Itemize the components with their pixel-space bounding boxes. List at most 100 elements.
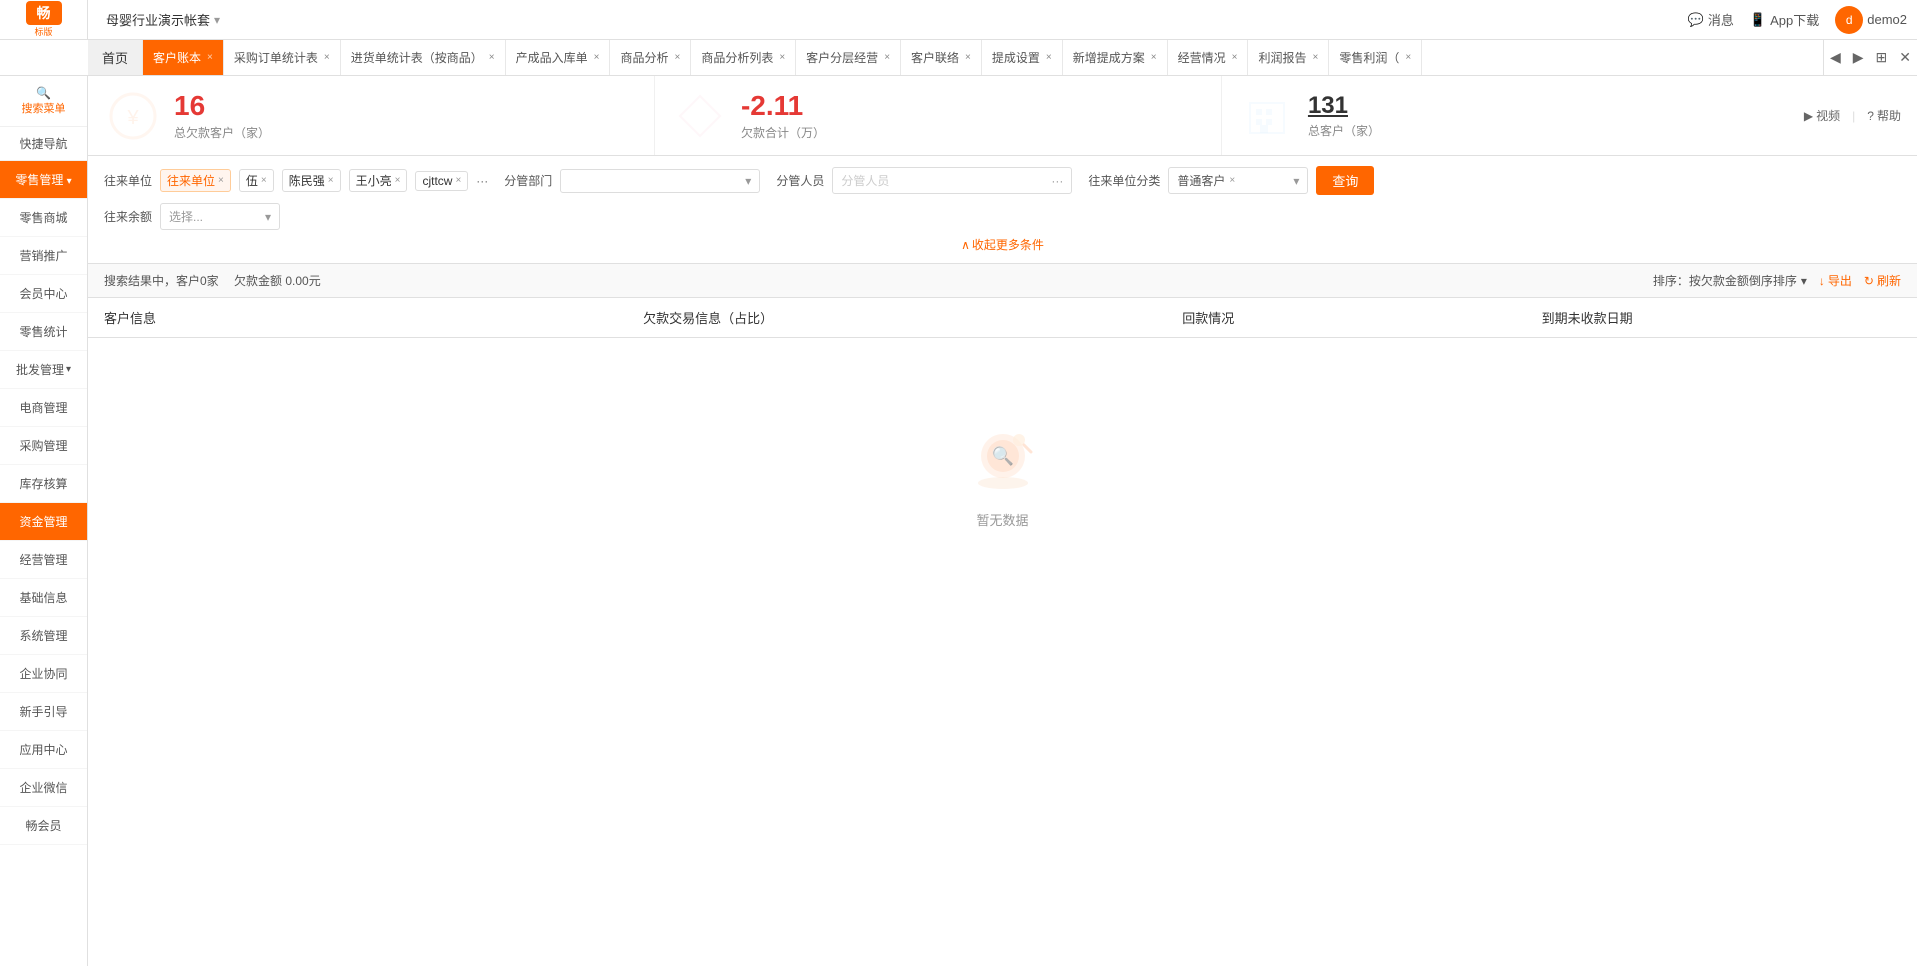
sidebar: 🔍 搜索菜单 快捷导航 零售管理 ▾ 零售商城 营销推广 会员中心 零售统计 批… — [0, 76, 88, 966]
tab-close-icon[interactable]: × — [594, 52, 600, 63]
sidebar-item-basic-info[interactable]: 基础信息 — [0, 579, 87, 617]
filter-tag-remove-icon[interactable]: × — [328, 175, 334, 186]
filter-tag-unit-all[interactable]: 往来单位 × — [160, 169, 231, 192]
category-filter-select[interactable]: 普通客户 × ▾ — [1168, 167, 1308, 194]
stat-total-debtors: ¥ 16 总欠款客户（家） — [88, 76, 655, 155]
tab-nav-next-icon[interactable]: ▶ — [1847, 49, 1870, 66]
sidebar-search[interactable]: 🔍 搜索菜单 — [0, 76, 87, 127]
tab-close-icon[interactable]: × — [965, 52, 971, 63]
sidebar-item-ecommerce[interactable]: 电商管理 — [0, 389, 87, 427]
tab-close-icon[interactable]: × — [489, 52, 495, 63]
sidebar-item-enterprise[interactable]: 企业协同 — [0, 655, 87, 693]
query-button[interactable]: 查询 — [1316, 166, 1374, 195]
export-btn[interactable]: ↓ 导出 — [1819, 272, 1852, 289]
balance-dropdown-arrow-icon: ▾ — [265, 210, 271, 224]
sidebar-item-wechat[interactable]: 企业微信 — [0, 769, 87, 807]
tab-goods-analysis-list[interactable]: 商品分析列表 × — [691, 40, 796, 75]
person-filter-input[interactable]: 分管人员 ··· — [832, 167, 1072, 194]
tab-close-icon[interactable]: × — [674, 52, 680, 63]
tab-purchase-stat[interactable]: 采购订单统计表 × — [224, 40, 341, 75]
tab-commission-setting[interactable]: 提成设置 × — [982, 40, 1063, 75]
person-more-icon[interactable]: ··· — [1051, 174, 1063, 188]
tab-finished-goods[interactable]: 产成品入库单 × — [506, 40, 611, 75]
stat-building-icon — [1242, 91, 1292, 141]
filter-tag-remove-icon[interactable]: × — [218, 175, 224, 186]
filter-tag-wu[interactable]: 伍 × — [239, 169, 274, 192]
sidebar-item-retail-mall[interactable]: 零售商城 — [0, 199, 87, 237]
store-selector[interactable]: 母婴行业演示帐套 ▾ — [98, 10, 228, 29]
search-icon: 🔍 — [36, 86, 51, 100]
filter-tag-remove-icon[interactable]: × — [395, 175, 401, 186]
stats-actions: ▶ 视频 | ? 帮助 — [1788, 76, 1917, 155]
sidebar-item-retail-management[interactable]: 零售管理 ▾ — [0, 161, 87, 199]
sidebar-item-member[interactable]: 畅会员 — [0, 807, 87, 845]
tab-customer-contact[interactable]: 客户联络 × — [901, 40, 982, 75]
tab-close-icon[interactable]: × — [1151, 52, 1157, 63]
balance-filter-select[interactable]: 选择... ▾ — [160, 203, 280, 230]
sidebar-item-member-center[interactable]: 会员中心 — [0, 275, 87, 313]
tab-profit-report[interactable]: 利润报告 × — [1248, 40, 1329, 75]
filter-tag-cjttcw[interactable]: cjttcw × — [415, 171, 468, 191]
dept-filter-select[interactable]: ▾ — [560, 169, 760, 193]
tab-close-icon[interactable]: × — [324, 52, 330, 63]
sidebar-item-app-center[interactable]: 应用中心 — [0, 731, 87, 769]
tab-close-icon[interactable]: × — [1405, 52, 1411, 63]
sort-label: 排序：按欠款金额倒序排序 — [1653, 272, 1797, 289]
avatar: d — [1835, 6, 1863, 34]
tab-close-icon[interactable]: × — [884, 52, 890, 63]
collapse-icon: ∧ — [961, 238, 970, 252]
svg-text:¥: ¥ — [126, 107, 139, 129]
stat-diamond-icon — [675, 91, 725, 141]
refresh-icon: ↻ — [1864, 274, 1874, 288]
stat-debtors-number: 16 — [174, 90, 270, 122]
category-tag-remove-icon[interactable]: × — [1229, 175, 1235, 186]
sidebar-item-wholesale[interactable]: 批发管理▾ — [0, 351, 87, 389]
tab-purchase-goods-stat[interactable]: 进货单统计表（按商品） × — [341, 40, 506, 75]
tab-close-icon[interactable]: × — [1312, 52, 1318, 63]
app-download-btn[interactable]: 📱 App下载 — [1750, 10, 1819, 29]
tab-business-status[interactable]: 经营情况 × — [1168, 40, 1249, 75]
tab-nav-expand-icon[interactable]: ⊞ — [1870, 49, 1894, 66]
tab-customer-account[interactable]: 客户账本 × — [143, 40, 224, 75]
sidebar-item-finance[interactable]: 资金管理 — [0, 503, 87, 541]
svg-text:🔍: 🔍 — [991, 444, 1013, 466]
sidebar-quick-nav[interactable]: 快捷导航 — [0, 127, 87, 161]
tab-customer-layer[interactable]: 客户分层经营 × — [796, 40, 901, 75]
sidebar-item-system[interactable]: 系统管理 — [0, 617, 87, 655]
sidebar-item-marketing[interactable]: 营销推广 — [0, 237, 87, 275]
help-btn[interactable]: ? 帮助 — [1867, 107, 1901, 124]
filter-tag-remove-icon[interactable]: × — [261, 175, 267, 186]
tab-close-icon[interactable]: × — [1046, 52, 1052, 63]
video-btn[interactable]: ▶ 视频 — [1804, 107, 1840, 124]
sidebar-item-operations[interactable]: 经营管理 — [0, 541, 87, 579]
filter-tag-wang[interactable]: 王小亮 × — [349, 169, 408, 192]
sidebar-item-purchase[interactable]: 采购管理 — [0, 427, 87, 465]
filter-more-tags-btn[interactable]: ··· — [476, 174, 488, 188]
sort-arrow-icon: ▾ — [1801, 274, 1807, 288]
table-area: 客户信息 欠款交易信息（占比） 回款情况 到期未收款日期 🔍 暂无数据 — [88, 298, 1917, 966]
sidebar-item-guide[interactable]: 新手引导 — [0, 693, 87, 731]
result-summary: 搜索结果中，客户0家 欠款金额 0.00元 — [104, 272, 321, 289]
tab-home[interactable]: 首页 — [88, 40, 143, 75]
tab-close-icon[interactable]: × — [207, 52, 213, 63]
filter-tag-chen[interactable]: 陈民强 × — [282, 169, 341, 192]
user-menu[interactable]: d demo2 — [1835, 6, 1907, 34]
sidebar-item-inventory[interactable]: 库存核算 — [0, 465, 87, 503]
tab-close-icon[interactable]: × — [779, 52, 785, 63]
tab-nav-prev-icon[interactable]: ◀ — [1824, 49, 1847, 66]
tab-retail-profit[interactable]: 零售利润（ × — [1329, 40, 1422, 75]
sort-btn[interactable]: 排序：按欠款金额倒序排序 ▾ — [1653, 272, 1807, 289]
message-btn[interactable]: 💬 消息 — [1688, 10, 1734, 29]
tab-add-commission[interactable]: 新增提成方案 × — [1063, 40, 1168, 75]
tab-close-icon[interactable]: × — [1232, 52, 1238, 63]
tab-nav-close-all-icon[interactable]: ✕ — [1893, 49, 1917, 66]
refresh-btn[interactable]: ↻ 刷新 — [1864, 272, 1901, 289]
col-debt-info: 欠款交易信息（占比） — [643, 308, 1182, 327]
tab-goods-analysis[interactable]: 商品分析 × — [610, 40, 691, 75]
filter-tag-remove-icon[interactable]: × — [455, 175, 461, 186]
stat-debtors-label: 总欠款客户（家） — [174, 124, 270, 141]
collapse-filter-btn[interactable]: ∧ 收起更多条件 — [961, 236, 1044, 253]
sidebar-item-retail-stats[interactable]: 零售统计 — [0, 313, 87, 351]
empty-state-text: 暂无数据 — [976, 510, 1028, 529]
table-empty-state: 🔍 暂无数据 — [88, 338, 1917, 609]
